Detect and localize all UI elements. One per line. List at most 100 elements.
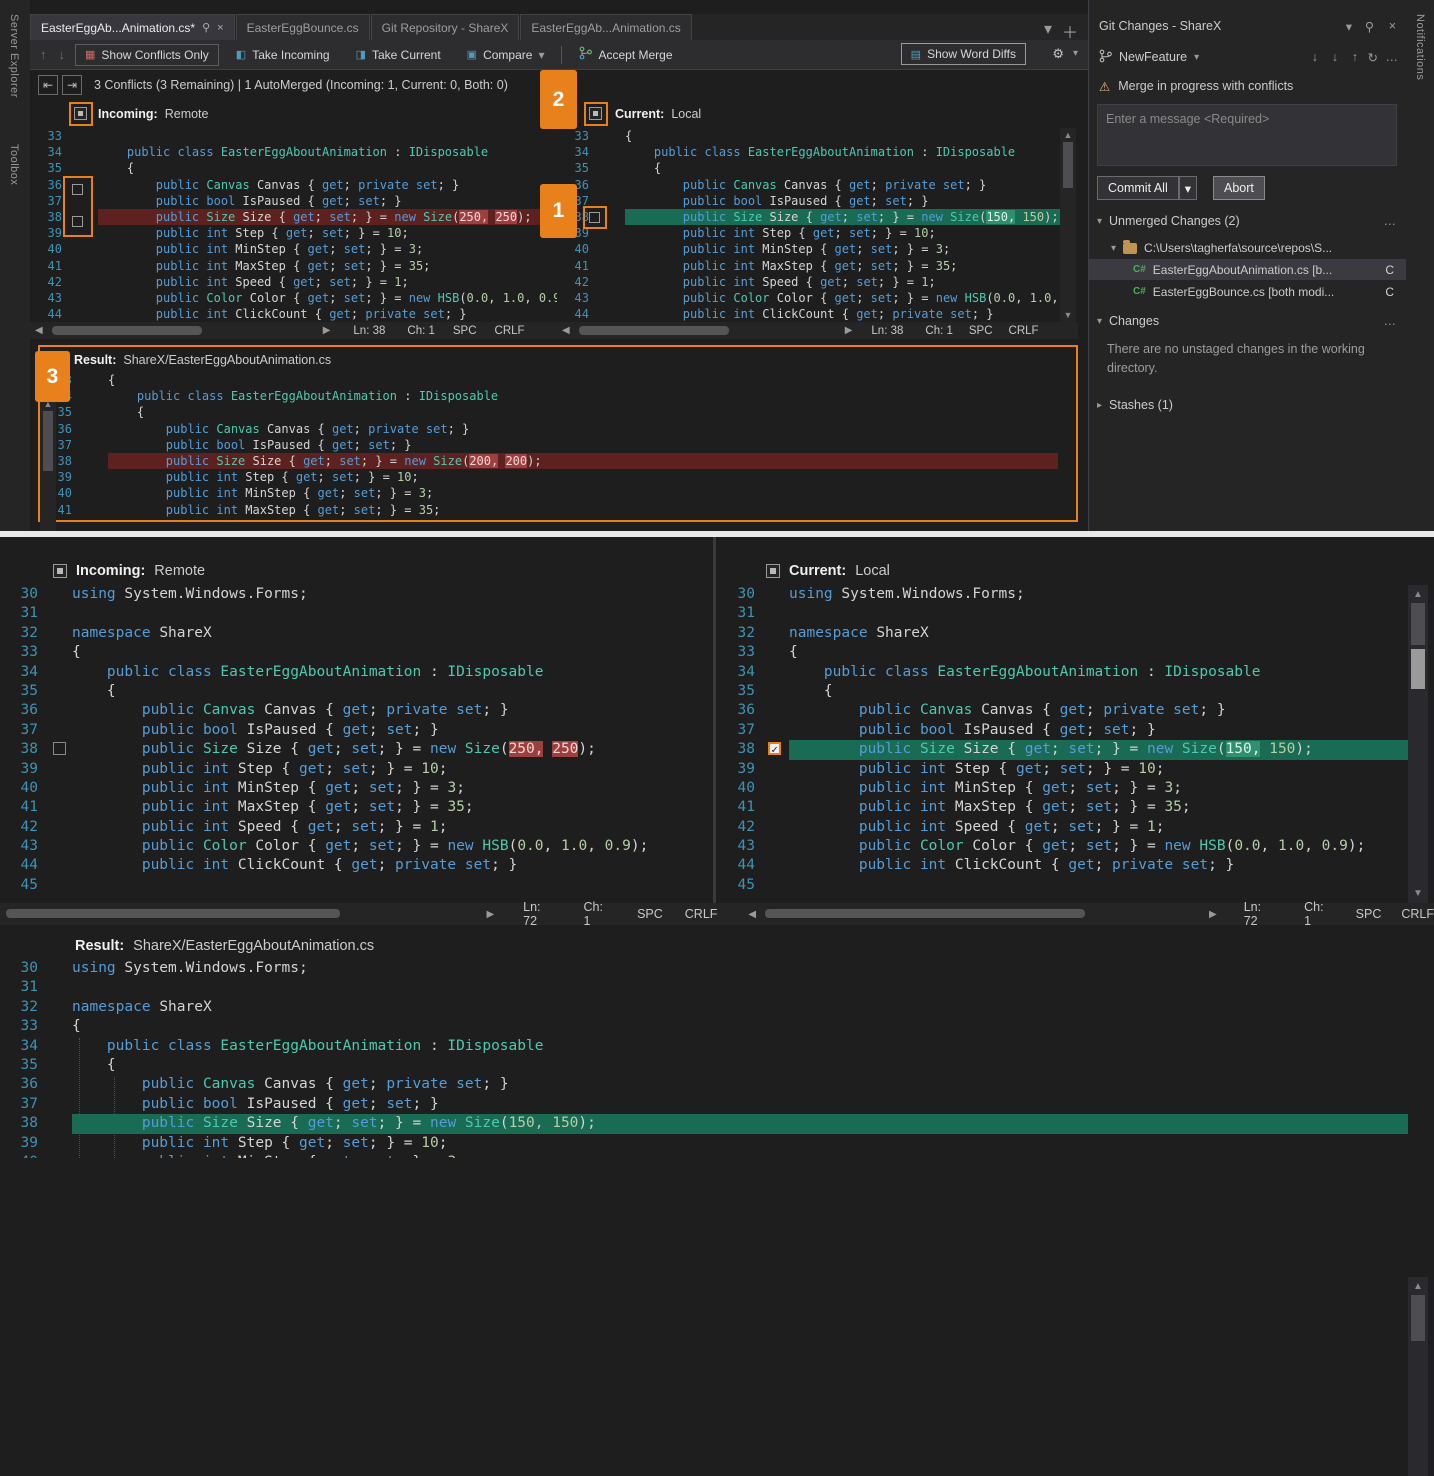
line-number: 33 [0,643,48,662]
goto-next-diff-icon[interactable]: ⇥ [62,75,82,95]
line-ending-indicator[interactable]: CRLF [1009,325,1039,337]
close-icon[interactable]: × [217,22,223,34]
goto-prev-diff-icon[interactable]: ⇤ [38,75,58,95]
line-ending-indicator[interactable]: CRLF [495,325,525,337]
commit-message-input[interactable] [1097,104,1397,166]
right-tool-rail: Notifications [1406,0,1434,531]
current-pane-vscrollbar[interactable]: ▲ ▼ [1408,585,1428,903]
pull-icon[interactable]: ↓ [1332,50,1338,64]
code-line: 45 [0,876,713,895]
unmerged-changes-header[interactable]: ▾ Unmerged Changes (2) … [1089,210,1406,232]
section-more-icon[interactable]: … [1384,214,1397,228]
result-pane-vscrollbar[interactable]: ▲ [40,397,56,545]
sidebar-item-notifications[interactable]: Notifications [1414,10,1426,84]
result-pane: Result: ShareX/EasterEggAboutAnimation.c… [38,345,1078,522]
spaces-indicator[interactable]: SPC [1356,907,1382,921]
pin-icon[interactable]: ⚲ [202,21,210,34]
commit-all-button[interactable]: Commit All [1097,176,1179,200]
conflict-checkbox[interactable] [72,184,83,195]
branch-dropdown-icon[interactable]: ▾ [1194,52,1199,63]
h-scrollbar[interactable] [0,903,481,925]
unmerged-file-row[interactable]: C# EasterEggAboutAnimation.cs [b... C [1089,259,1406,280]
line-number: 41 [557,258,599,274]
close-icon[interactable]: × [1389,19,1396,33]
next-conflict-icon[interactable]: ↓ [57,47,68,62]
h-scrollbar[interactable] [761,903,1204,925]
changes-header[interactable]: ▾ Changes … [1089,310,1406,332]
commit-all-dropdown[interactable]: ▾ [1179,176,1197,200]
scroll-right-icon[interactable]: ▶ [481,909,499,920]
pin-icon[interactable]: ⚲ [1365,19,1374,34]
panel-dropdown-icon[interactable]: ▾ [1346,19,1352,34]
sync-icon[interactable]: ↻ [1368,50,1378,65]
abort-button[interactable]: Abort [1213,176,1265,200]
take-incoming-icon: ◧ [236,48,246,61]
fetch-icon[interactable]: ↓ [1312,50,1318,64]
code-line: 34 public class EasterEggAboutAnimation … [0,1037,1408,1056]
scroll-left-icon[interactable]: ◀ [557,325,575,336]
show-word-diffs-button[interactable]: ▤ Show Word Diffs [901,43,1026,65]
take-incoming-button[interactable]: ◧ Take Incoming [227,44,339,66]
tab-eastereggbounce[interactable]: EasterEggBounce.cs [236,14,370,40]
push-icon[interactable]: ↑ [1352,50,1358,64]
gear-dropdown-icon[interactable]: ▾ [1073,48,1078,59]
code-line: 42 public int Speed { get; set; } = 1; [30,274,557,290]
code-line: 33{ [0,643,713,662]
result-p ane-vscrollbar[interactable]: ▲ [1408,1277,1428,1476]
scroll-left-icon[interactable]: ◀ [30,325,48,336]
gear-icon[interactable]: ⚙ [1052,46,1064,62]
result-pane-header: Result: ShareX/EasterEggAboutAnimation.c… [0,933,1408,959]
compare-button[interactable]: ▣ Compare ▾ [458,44,554,66]
header-checkbox[interactable] [74,107,87,120]
scroll-right-icon[interactable]: ▶ [1204,909,1222,920]
h-scrollbar[interactable] [48,322,318,339]
tab-git-repository[interactable]: Git Repository - ShareX [371,14,520,40]
stashes-header[interactable]: ▸ Stashes (1) [1089,394,1406,416]
current-conflict-checkbox-highlight [583,206,607,229]
section-label: Changes [1109,314,1159,328]
sidebar-item-toolbox[interactable]: Toolbox [8,140,20,189]
spaces-indicator[interactable]: SPC [453,325,477,337]
scroll-left-icon[interactable]: ◀ [743,909,761,920]
line-number: 32 [717,624,765,643]
code-line: 33{ [557,128,1060,144]
line-number: 30 [717,585,765,604]
spaces-indicator[interactable]: SPC [969,325,993,337]
conflict-checkbox[interactable]: ✓ [768,742,781,755]
header-checkbox[interactable] [766,564,780,578]
conflict-checkbox[interactable] [589,212,600,223]
scroll-right-icon[interactable]: ▶ [318,325,336,336]
code-line: 39 public int Step { get; set; } = 10; [30,225,557,241]
take-current-button[interactable]: ◨ Take Current [347,44,450,66]
section-more-icon[interactable]: … [1384,314,1397,328]
show-conflicts-only-button[interactable]: ▦ Show Conflicts Only [75,44,219,66]
conflict-filter-icon: ▦ [85,48,95,61]
line-number: 33 [557,128,599,144]
header-checkbox[interactable] [53,564,67,578]
line-ending-indicator[interactable]: CRLF [1401,907,1434,921]
current-pane-vscrollbar[interactable]: ▲ ▼ [1060,128,1076,322]
tab-easteregg-animation-active[interactable]: EasterEggAb...Animation.cs* ⚲ × [30,14,235,40]
line-number: 35 [0,682,48,701]
conflict-checkbox[interactable] [72,216,83,227]
header-checkbox[interactable] [589,107,602,120]
current-pane-header: Current: Local [717,557,1408,585]
incoming-value: Remote [154,563,205,579]
conflict-checkbox[interactable] [53,742,66,755]
line-number: 44 [0,856,48,875]
code-line: 39 public int Step { get; set; } = 10; [717,760,1408,779]
sidebar-item-server-explorer[interactable]: Server Explorer [8,10,20,102]
accept-merge-button[interactable]: Accept Merge [570,44,681,66]
repo-folder-row[interactable]: ▾ C:\Users\tagherfa\source\repos\S... [1089,238,1406,258]
scroll-right-icon[interactable]: ▶ [840,325,858,336]
unmerged-file-row[interactable]: C# EasterEggBounce.cs [both modi... C [1089,281,1406,302]
previous-conflict-icon[interactable]: ↑ [38,47,49,62]
branch-selector[interactable]: NewFeature [1119,50,1187,64]
warning-icon: ⚠ [1099,79,1110,94]
line-ending-indicator[interactable]: CRLF [685,907,718,921]
more-actions-icon[interactable]: … [1386,50,1399,64]
code-line: 31 [0,978,1408,997]
tab-easteregg-animation-2[interactable]: EasterEggAb...Animation.cs [520,14,691,40]
h-scrollbar[interactable] [575,322,840,339]
spaces-indicator[interactable]: SPC [637,907,663,921]
